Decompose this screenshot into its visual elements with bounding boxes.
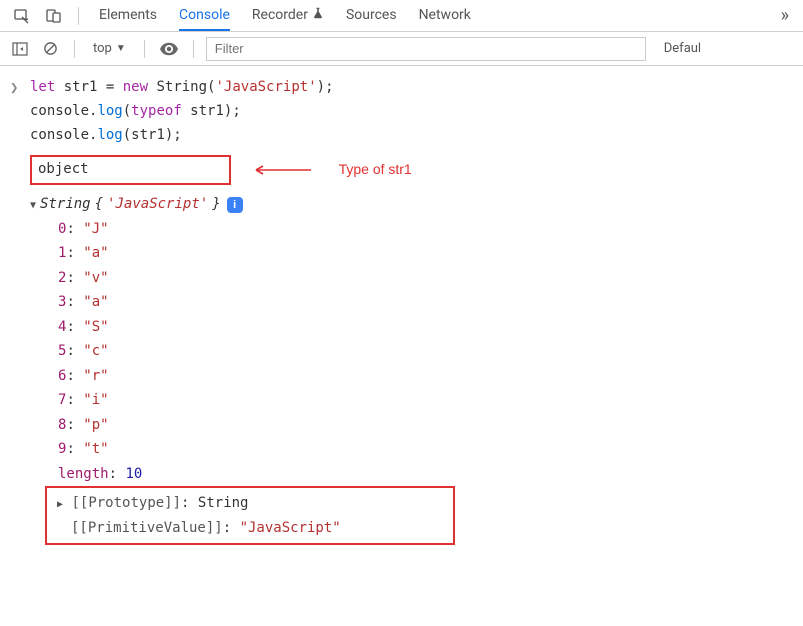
console-input-block: ❯ let str1 = new String('JavaScript'); c… bbox=[0, 76, 803, 153]
output-typeof-row: object Type of str1 bbox=[0, 153, 803, 187]
prop-row[interactable]: 9: "t" bbox=[58, 437, 803, 462]
object-class-name: String bbox=[40, 193, 91, 217]
prop-row[interactable]: 6: "r" bbox=[58, 364, 803, 389]
code-line-2: console.log(typeof str1); bbox=[30, 100, 793, 124]
separator bbox=[78, 7, 79, 25]
code-line-1: let str1 = new String('JavaScript'); bbox=[30, 76, 793, 100]
tab-recorder[interactable]: Recorder bbox=[252, 0, 324, 31]
separator bbox=[74, 40, 75, 58]
output-object-expanded: ▼ String {'JavaScript'} i 0: "J" 1: "a" … bbox=[30, 193, 803, 486]
prop-row[interactable]: 7: "i" bbox=[58, 388, 803, 413]
object-properties: 0: "J" 1: "a" 2: "v" 3: "a" 4: "S" 5: "c… bbox=[58, 217, 803, 487]
info-icon[interactable]: i bbox=[227, 197, 243, 213]
prop-row[interactable]: 5: "c" bbox=[58, 339, 803, 364]
separator bbox=[144, 40, 145, 58]
context-selector[interactable]: top ▼ bbox=[87, 39, 132, 58]
tab-console[interactable]: Console bbox=[179, 0, 230, 31]
console-sub-toolbar: top ▼ Defaul bbox=[0, 32, 803, 66]
tab-elements[interactable]: Elements bbox=[99, 0, 157, 31]
sidebar-toggle-icon[interactable] bbox=[8, 37, 32, 61]
open-brace: { bbox=[95, 193, 103, 217]
tab-recorder-label: Recorder bbox=[252, 7, 308, 23]
separator bbox=[193, 40, 194, 58]
expand-triangle-icon[interactable]: ▶ bbox=[57, 499, 63, 510]
object-literal: 'JavaScript' bbox=[107, 193, 208, 217]
clear-console-icon[interactable] bbox=[38, 37, 62, 61]
devtools-top-toolbar: Elements Console Recorder Sources Networ… bbox=[0, 0, 803, 32]
prop-row[interactable]: 2: "v" bbox=[58, 266, 803, 291]
console-body: ❯ let str1 = new String('JavaScript'); c… bbox=[0, 66, 803, 555]
prompt-chevron-icon: ❯ bbox=[10, 76, 30, 147]
inspect-icon[interactable] bbox=[8, 2, 36, 30]
prop-row[interactable]: 0: "J" bbox=[58, 217, 803, 242]
annotation-arrow-icon bbox=[251, 157, 311, 184]
prop-row[interactable]: 1: "a" bbox=[58, 241, 803, 266]
output-typeof-value: object bbox=[30, 155, 231, 185]
code-lines: let str1 = new String('JavaScript'); con… bbox=[30, 76, 793, 147]
device-toggle-icon[interactable] bbox=[40, 2, 68, 30]
prototype-row[interactable]: ▶ [[Prototype]]: String bbox=[57, 491, 443, 516]
log-levels-selector[interactable]: Defaul bbox=[664, 41, 701, 56]
object-internals-box: ▶ [[Prototype]]: String [[PrimitiveValue… bbox=[45, 486, 455, 545]
object-header[interactable]: ▼ String {'JavaScript'} i bbox=[30, 193, 803, 217]
prop-row[interactable]: 3: "a" bbox=[58, 290, 803, 315]
panel-tabs: Elements Console Recorder Sources Networ… bbox=[99, 0, 471, 31]
code-line-3: console.log(str1); bbox=[30, 124, 793, 148]
annotation-label: Type of str1 bbox=[339, 158, 412, 182]
context-label: top bbox=[93, 41, 112, 56]
close-brace: } bbox=[212, 193, 220, 217]
prop-row[interactable]: 4: "S" bbox=[58, 315, 803, 340]
primitive-value-row[interactable]: [[PrimitiveValue]]: "JavaScript" bbox=[57, 516, 443, 541]
dropdown-triangle-icon: ▼ bbox=[116, 43, 126, 54]
flask-icon bbox=[312, 7, 324, 23]
more-tabs-chevron-icon[interactable]: » bbox=[775, 5, 795, 26]
live-expression-icon[interactable] bbox=[157, 37, 181, 61]
collapse-triangle-icon[interactable]: ▼ bbox=[30, 197, 36, 214]
tab-network[interactable]: Network bbox=[419, 0, 471, 31]
tab-sources[interactable]: Sources bbox=[346, 0, 397, 31]
prop-length-row[interactable]: length: 10 bbox=[58, 462, 803, 487]
filter-input[interactable] bbox=[206, 37, 646, 61]
prop-row[interactable]: 8: "p" bbox=[58, 413, 803, 438]
